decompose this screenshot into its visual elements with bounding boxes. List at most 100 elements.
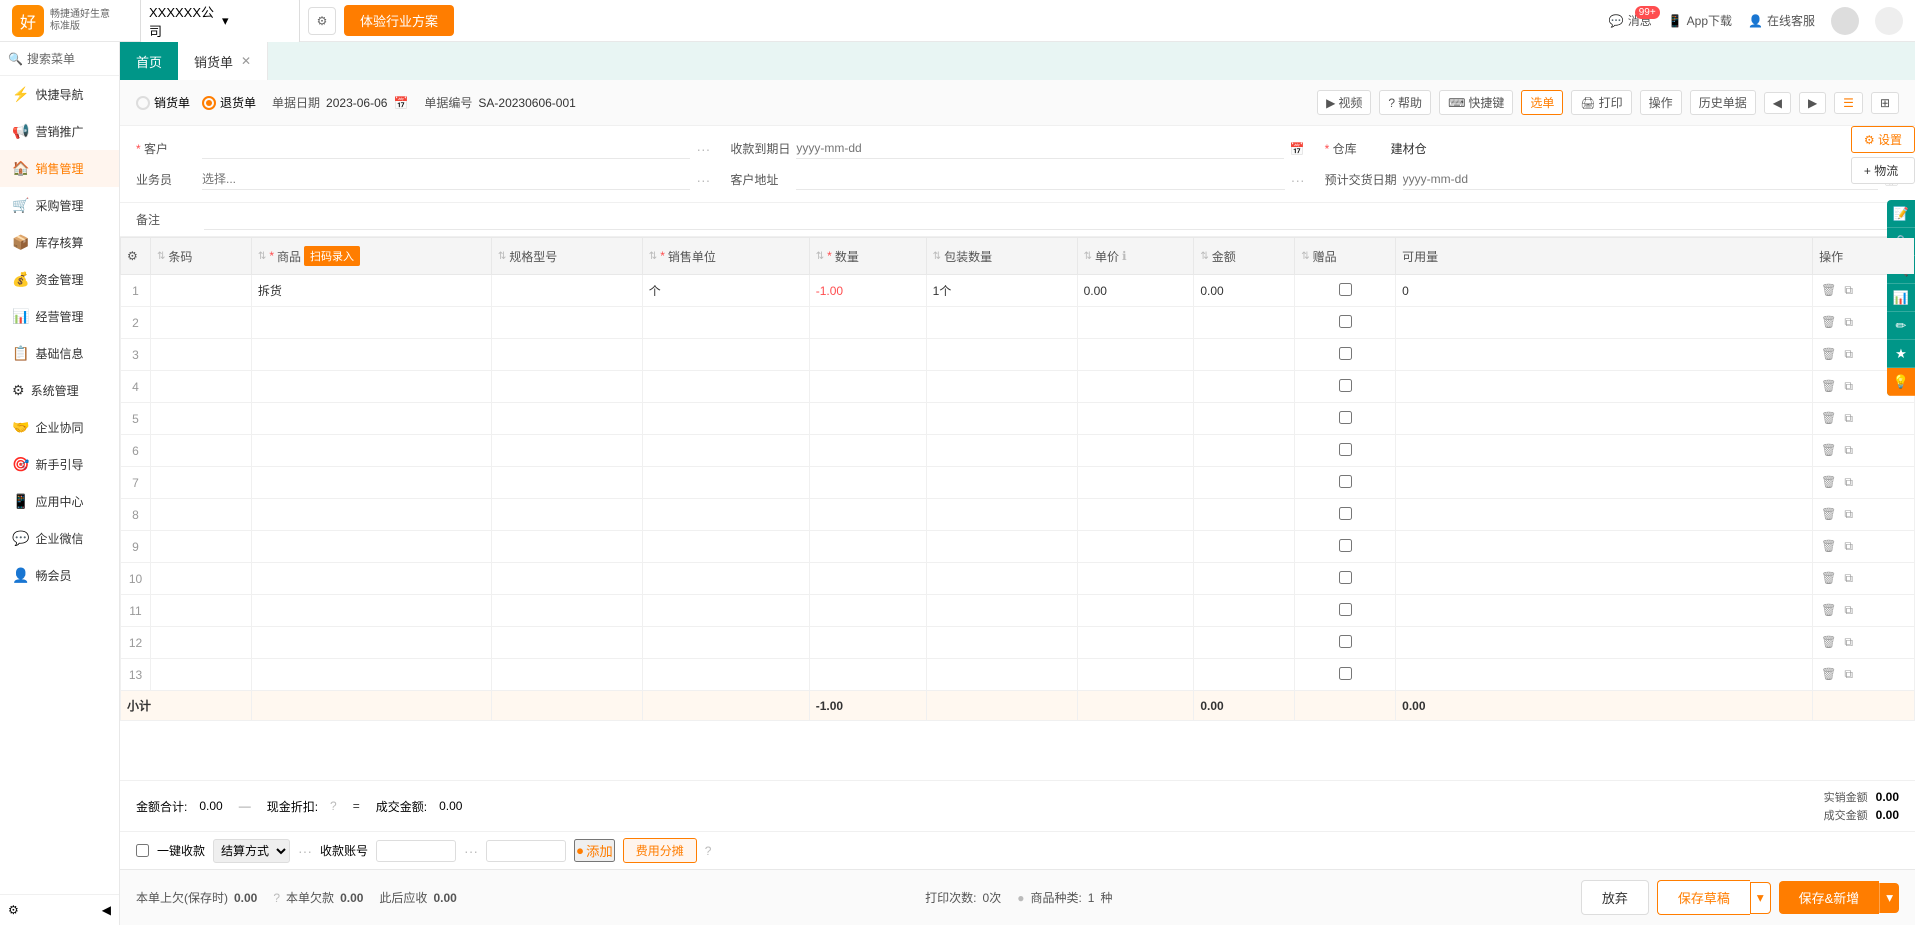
delete-row-11[interactable]: 🗑 bbox=[1819, 601, 1838, 620]
cell-product-10[interactable] bbox=[251, 563, 491, 595]
delete-row-6[interactable]: 🗑 bbox=[1819, 441, 1838, 460]
cell-packqty-8[interactable] bbox=[926, 499, 1077, 531]
trial-button[interactable]: 体验行业方案 bbox=[344, 5, 454, 36]
cell-spec-3[interactable] bbox=[491, 339, 642, 371]
cell-product-8[interactable] bbox=[251, 499, 491, 531]
sidebar-item-inventory[interactable]: 📦 库存核算 bbox=[0, 224, 119, 261]
cell-packqty-6[interactable] bbox=[926, 435, 1077, 467]
cell-packqty-12[interactable] bbox=[926, 627, 1077, 659]
cell-unit-10[interactable] bbox=[642, 563, 809, 595]
cell-qty-4[interactable] bbox=[809, 371, 926, 403]
avatar-dropdown[interactable] bbox=[1875, 7, 1903, 35]
cell-barcode-2[interactable] bbox=[151, 307, 252, 339]
sidebar-item-sales[interactable]: 🏠 销售管理 bbox=[0, 150, 119, 187]
cell-spec-2[interactable] bbox=[491, 307, 642, 339]
rs-btn-7[interactable]: 💡 bbox=[1887, 368, 1915, 396]
cell-gift-4[interactable] bbox=[1295, 371, 1396, 403]
one-click-checkbox[interactable] bbox=[136, 844, 149, 857]
cell-price-7[interactable] bbox=[1077, 467, 1194, 499]
cell-product-9[interactable] bbox=[251, 531, 491, 563]
copy-row-10[interactable]: ⧉ bbox=[1842, 569, 1855, 588]
cell-price-6[interactable] bbox=[1077, 435, 1194, 467]
cell-price-13[interactable] bbox=[1077, 659, 1194, 691]
cell-gift-10[interactable] bbox=[1295, 563, 1396, 595]
cell-spec-8[interactable] bbox=[491, 499, 642, 531]
abandon-button[interactable]: 放弃 bbox=[1581, 880, 1649, 915]
sidebar-item-finance[interactable]: 💰 资金管理 bbox=[0, 261, 119, 298]
help-btn[interactable]: ? 帮助 bbox=[1379, 90, 1431, 115]
cell-unit-6[interactable] bbox=[642, 435, 809, 467]
cell-amount-1[interactable]: 0.00 bbox=[1194, 275, 1295, 307]
cell-barcode-11[interactable] bbox=[151, 595, 252, 627]
save-new-dropdown[interactable]: ▾ bbox=[1879, 883, 1899, 913]
cell-barcode-10[interactable] bbox=[151, 563, 252, 595]
due-date-input[interactable] bbox=[796, 138, 1283, 159]
date-calendar-icon[interactable]: 📅 bbox=[393, 96, 408, 110]
cell-barcode-7[interactable] bbox=[151, 467, 252, 499]
amount-input[interactable] bbox=[486, 840, 566, 862]
discount-info-icon[interactable]: ? bbox=[330, 799, 337, 813]
copy-row-11[interactable]: ⧉ bbox=[1842, 601, 1855, 620]
cell-price-2[interactable] bbox=[1077, 307, 1194, 339]
cell-packqty-2[interactable] bbox=[926, 307, 1077, 339]
cell-packqty-11[interactable] bbox=[926, 595, 1077, 627]
customer-dots-btn[interactable]: ··· bbox=[696, 141, 710, 157]
rs-btn-5[interactable]: ✏ bbox=[1887, 312, 1915, 340]
cell-gift-9[interactable] bbox=[1295, 531, 1396, 563]
cell-qty-11[interactable] bbox=[809, 595, 926, 627]
rs-btn-4[interactable]: 📊 bbox=[1887, 284, 1915, 312]
cell-gift-1[interactable] bbox=[1295, 275, 1396, 307]
cell-gift-7[interactable] bbox=[1295, 467, 1396, 499]
cell-amount-6[interactable] bbox=[1194, 435, 1295, 467]
cell-product-1[interactable]: 拆货 bbox=[251, 275, 491, 307]
scan-btn[interactable]: 扫码录入 bbox=[304, 246, 360, 266]
prev-btn[interactable]: ◀ bbox=[1764, 92, 1791, 114]
copy-row-13[interactable]: ⧉ bbox=[1842, 665, 1855, 684]
cell-barcode-9[interactable] bbox=[151, 531, 252, 563]
delete-row-1[interactable]: 🗑 bbox=[1819, 281, 1838, 300]
tab-home[interactable]: 首页 bbox=[120, 42, 178, 80]
rs-btn-6[interactable]: ★ bbox=[1887, 340, 1915, 368]
delete-row-8[interactable]: 🗑 bbox=[1819, 505, 1838, 524]
cell-unit-7[interactable] bbox=[642, 467, 809, 499]
company-selector[interactable]: XXXXXX公司 ▾ bbox=[140, 0, 300, 45]
cell-gift-13[interactable] bbox=[1295, 659, 1396, 691]
copy-row-4[interactable]: ⧉ bbox=[1842, 377, 1855, 396]
cell-amount-5[interactable] bbox=[1194, 403, 1295, 435]
cell-amount-8[interactable] bbox=[1194, 499, 1295, 531]
copy-row-6[interactable]: ⧉ bbox=[1842, 441, 1855, 460]
cell-qty-13[interactable] bbox=[809, 659, 926, 691]
list-view-btn[interactable]: ☰ bbox=[1834, 92, 1863, 114]
cell-unit-1[interactable]: 个 bbox=[642, 275, 809, 307]
cell-gift-8[interactable] bbox=[1295, 499, 1396, 531]
cell-gift-12[interactable] bbox=[1295, 627, 1396, 659]
cell-gift-2[interactable] bbox=[1295, 307, 1396, 339]
app-download-button[interactable]: 📱 App下载 bbox=[1668, 12, 1732, 29]
sidebar-item-system[interactable]: ⚙ 系统管理 bbox=[0, 372, 119, 409]
delete-row-9[interactable]: 🗑 bbox=[1819, 537, 1838, 556]
message-button[interactable]: 💬 消息 99+ bbox=[1609, 12, 1652, 29]
cell-amount-9[interactable] bbox=[1194, 531, 1295, 563]
cell-product-2[interactable] bbox=[251, 307, 491, 339]
select-order-btn[interactable]: 选单 bbox=[1521, 90, 1563, 115]
cell-price-9[interactable] bbox=[1077, 531, 1194, 563]
sidebar-collapse-icon[interactable]: ◀ bbox=[102, 903, 111, 917]
radio-sale[interactable]: 销货单 bbox=[136, 94, 190, 111]
due-date-calendar-icon[interactable]: 📅 bbox=[1290, 142, 1305, 156]
cell-gift-5[interactable] bbox=[1295, 403, 1396, 435]
cell-product-7[interactable] bbox=[251, 467, 491, 499]
sidebar-item-guide[interactable]: 🎯 新手引导 bbox=[0, 446, 119, 483]
cell-barcode-1[interactable] bbox=[151, 275, 252, 307]
cell-unit-8[interactable] bbox=[642, 499, 809, 531]
cell-unit-5[interactable] bbox=[642, 403, 809, 435]
delete-row-2[interactable]: 🗑 bbox=[1819, 313, 1838, 332]
cell-barcode-6[interactable] bbox=[151, 435, 252, 467]
cell-barcode-4[interactable] bbox=[151, 371, 252, 403]
sidebar-item-basic-info[interactable]: 📋 基础信息 bbox=[0, 335, 119, 372]
grid-view-btn[interactable]: ⊞ bbox=[1871, 92, 1899, 114]
cell-product-4[interactable] bbox=[251, 371, 491, 403]
cell-packqty-10[interactable] bbox=[926, 563, 1077, 595]
settle-method-select[interactable]: 结算方式 bbox=[213, 839, 290, 863]
cell-gift-3[interactable] bbox=[1295, 339, 1396, 371]
cell-spec-12[interactable] bbox=[491, 627, 642, 659]
